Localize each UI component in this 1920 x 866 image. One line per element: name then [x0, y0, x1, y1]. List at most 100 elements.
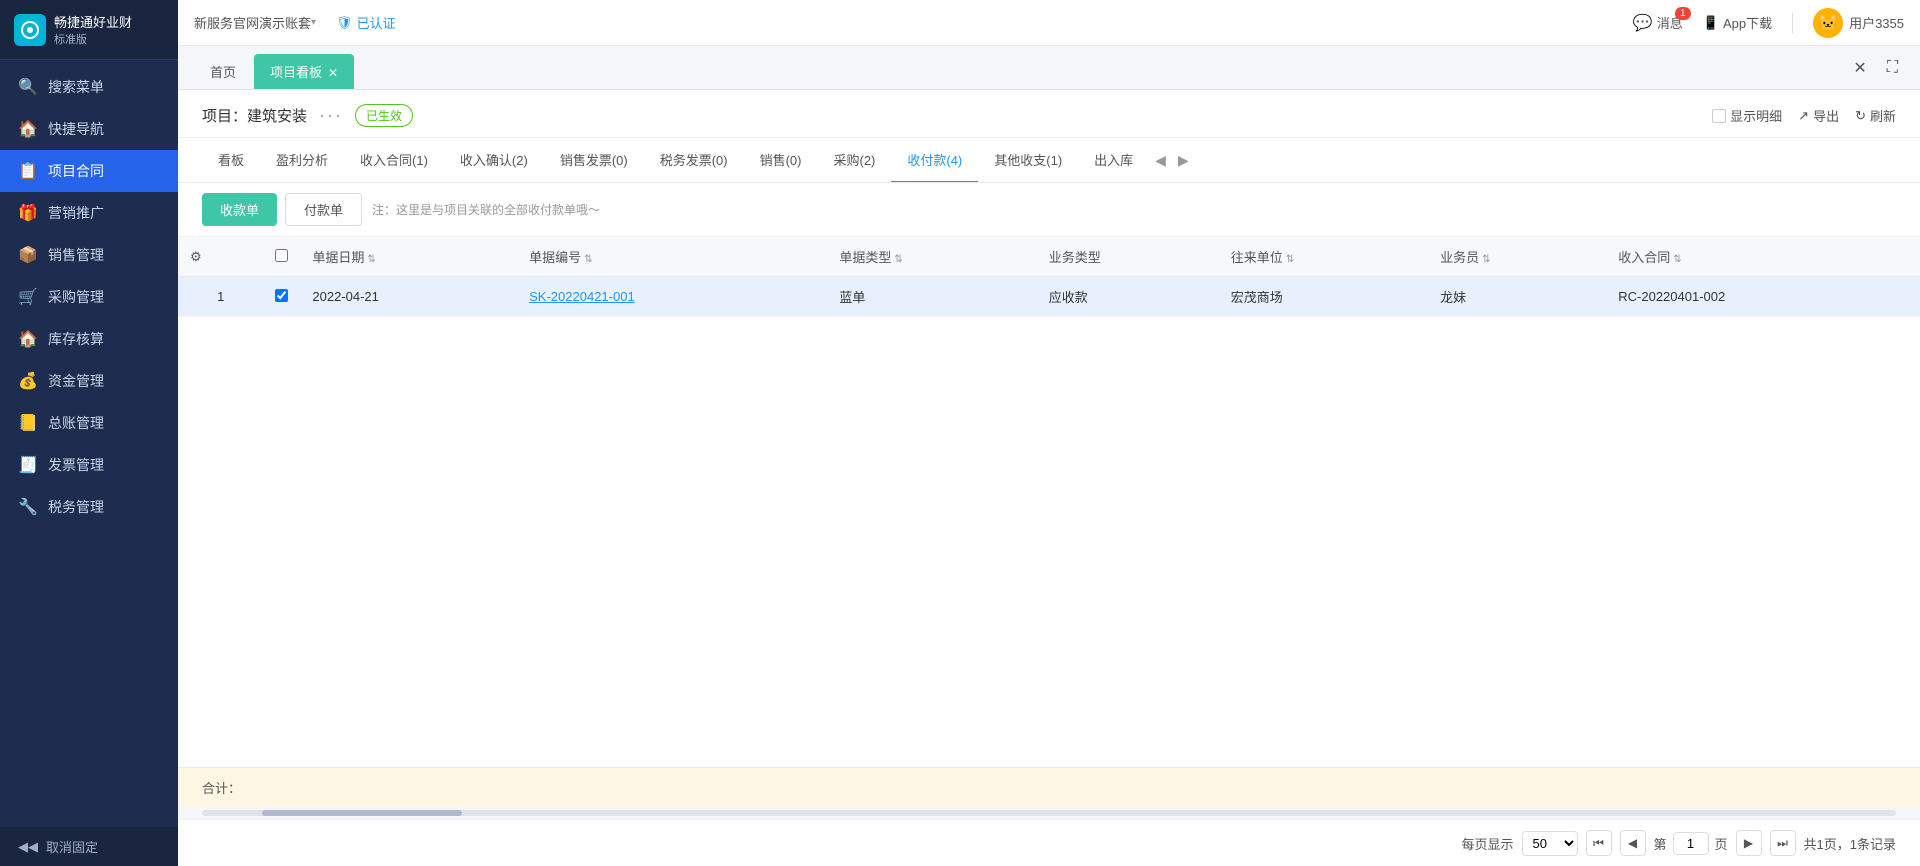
- sub-tab-income-contract[interactable]: 收入合同(1): [344, 138, 444, 183]
- sub-tab-purchase[interactable]: 采购(2): [817, 138, 891, 183]
- topbar: 新服务官网演示账套 ▾ 🛡 已认证 💬 消息 1 📱 App下载 🐱 用户335…: [178, 0, 1920, 46]
- page-number-input[interactable]: [1673, 832, 1709, 855]
- table-area: ⚙单据日期⇅单据编号⇅单据类型⇅业务类型往来单位⇅业务员⇅收入合同⇅ 1 202…: [178, 237, 1920, 767]
- mobile-icon: 📱: [1703, 15, 1719, 31]
- sub-tab-board[interactable]: 看板: [202, 138, 260, 183]
- sidebar-item-quicknav[interactable]: 🏠 快捷导航: [0, 108, 178, 150]
- row-number-link[interactable]: SK-20220421-001: [529, 289, 635, 304]
- refresh-button[interactable]: ↻ 刷新: [1855, 106, 1896, 125]
- sidebar-item-contract[interactable]: 📋 项目合同: [0, 150, 178, 192]
- user-menu[interactable]: 🐱 用户3355: [1813, 8, 1904, 38]
- sidebar-item-label: 营销推广: [48, 203, 104, 223]
- sub-tab-receipt[interactable]: 收付款(4): [891, 138, 978, 183]
- table-row[interactable]: 1 2022-04-21 SK-20220421-001 蓝单 应收款 宏茂商场…: [178, 277, 1920, 317]
- project-more-button[interactable]: ···: [319, 105, 343, 126]
- col-header-number[interactable]: 单据编号⇅: [517, 237, 827, 277]
- sidebar-header: 畅捷通好业财 标准版: [0, 0, 178, 60]
- per-page-label: 每页显示: [1461, 834, 1513, 853]
- col-header-salesman[interactable]: 业务员⇅: [1428, 237, 1606, 277]
- scrollbar-thumb[interactable]: [262, 810, 462, 816]
- refresh-icon: ↻: [1855, 108, 1866, 124]
- message-icon: 💬: [1633, 13, 1653, 33]
- sidebar-item-search[interactable]: 🔍 搜索菜单: [0, 66, 178, 108]
- last-page-button[interactable]: ⏭: [1770, 830, 1796, 856]
- tab-home[interactable]: 首页: [194, 54, 252, 89]
- refresh-label: 刷新: [1870, 106, 1896, 125]
- sidebar-app-subtitle: 标准版: [54, 31, 132, 47]
- sort-icon[interactable]: ⇅: [367, 254, 375, 265]
- sidebar-item-marketing[interactable]: 🎁 营销推广: [0, 192, 178, 234]
- account-selector[interactable]: 新服务官网演示账套 ▾: [194, 13, 316, 32]
- row-unit: 宏茂商场: [1219, 277, 1428, 317]
- shield-icon: 🛡: [336, 15, 353, 31]
- show-detail-label: 显示明细: [1730, 106, 1782, 125]
- export-button[interactable]: ↗ 导出: [1798, 106, 1839, 125]
- show-detail-checkbox[interactable]: [1712, 109, 1726, 123]
- sidebar-item-finance[interactable]: 💰 资金管理: [0, 360, 178, 402]
- settings-icon[interactable]: ⚙: [190, 249, 202, 264]
- receipt-note: 注：这里是与项目关联的全部收付款单哦～: [372, 201, 600, 218]
- sub-tab-income-confirm[interactable]: 收入确认(2): [444, 138, 544, 183]
- per-page-select[interactable]: 50 100 200: [1522, 831, 1578, 856]
- sidebar-item-inventory[interactable]: 🏠 库存核算: [0, 318, 178, 360]
- message-badge: 1: [1675, 7, 1691, 20]
- export-label: 导出: [1813, 106, 1839, 125]
- sidebar-item-ledger[interactable]: 📒 总账管理: [0, 402, 178, 444]
- receipt-tab-payment-bill[interactable]: 付款单: [285, 193, 362, 226]
- select-all-checkbox[interactable]: [275, 249, 288, 262]
- sub-tab-next-arrow[interactable]: ▶: [1172, 144, 1195, 177]
- horizontal-scrollbar[interactable]: [178, 807, 1920, 819]
- sort-icon[interactable]: ⇅: [1673, 254, 1681, 265]
- col-header-type[interactable]: 单据类型⇅: [827, 237, 1036, 277]
- sub-tab-profit[interactable]: 盈利分析: [260, 138, 344, 183]
- row-date: 2022-04-21: [300, 277, 517, 317]
- pagination: 每页显示 50 100 200 ⏮ ◀ 第 页 ▶ ⏭ 共1页，1条记录: [178, 819, 1920, 866]
- contract-icon: 📋: [18, 161, 38, 181]
- sort-icon[interactable]: ⇅: [584, 254, 592, 265]
- certified-label: 已认证: [357, 13, 396, 32]
- sub-tab-sales-invoice[interactable]: 销售发票(0): [544, 138, 644, 183]
- table-total-row: 合计：: [178, 767, 1920, 807]
- show-detail-toggle[interactable]: 显示明细: [1712, 106, 1782, 125]
- prev-page-button[interactable]: ◀: [1620, 830, 1646, 856]
- row-income-contract: RC-20220401-002: [1606, 277, 1920, 317]
- sidebar-item-tax[interactable]: 🔧 税务管理: [0, 486, 178, 528]
- app-download-button[interactable]: 📱 App下载: [1703, 13, 1772, 32]
- message-button[interactable]: 💬 消息 1: [1633, 13, 1683, 33]
- sub-tab-sales[interactable]: 销售(0): [744, 138, 818, 183]
- scrollbar-track: [202, 810, 1896, 816]
- sidebar-item-sales[interactable]: 📦 销售管理: [0, 234, 178, 276]
- first-page-button[interactable]: ⏮: [1586, 830, 1612, 856]
- sub-tab-prev-arrow[interactable]: ◀: [1149, 144, 1172, 177]
- sidebar-title-block: 畅捷通好业财 标准版: [54, 12, 132, 47]
- sidebar-item-purchase[interactable]: 🛒 采购管理: [0, 276, 178, 318]
- sidebar-item-label: 搜索菜单: [48, 77, 104, 97]
- divider: [1792, 13, 1793, 33]
- receipt-tab-receipt-bill[interactable]: 收款单: [202, 193, 277, 226]
- tab-project-board[interactable]: 项目看板✕: [254, 54, 354, 89]
- sort-icon[interactable]: ⇅: [1482, 254, 1490, 265]
- main-area: 新服务官网演示账套 ▾ 🛡 已认证 💬 消息 1 📱 App下载 🐱 用户335…: [178, 0, 1920, 866]
- sidebar-app-title: 畅捷通好业财: [54, 12, 132, 31]
- close-window-button[interactable]: ✕: [1847, 56, 1872, 80]
- sort-icon[interactable]: ⇅: [1286, 254, 1294, 265]
- sub-tab-tax-invoice[interactable]: 税务发票(0): [644, 138, 744, 183]
- sub-tab-warehouse[interactable]: 出入库: [1078, 138, 1149, 183]
- col-header-unit[interactable]: 往来单位⇅: [1219, 237, 1428, 277]
- sidebar-item-invoice[interactable]: 🧾 发票管理: [0, 444, 178, 486]
- next-page-button[interactable]: ▶: [1736, 830, 1762, 856]
- expand-window-button[interactable]: ⛶: [1881, 56, 1904, 80]
- sidebar-unpin-button[interactable]: ◀◀ 取消固定: [0, 827, 178, 866]
- row-biz-type: 应收款: [1037, 277, 1219, 317]
- topbar-left: 新服务官网演示账套 ▾ 🛡 已认证: [194, 13, 1633, 32]
- col-header-income_contract[interactable]: 收入合同⇅: [1606, 237, 1920, 277]
- row-checkbox[interactable]: [275, 289, 288, 302]
- sub-tab-other-expense[interactable]: 其他收支(1): [978, 138, 1078, 183]
- sort-icon[interactable]: ⇅: [894, 254, 902, 265]
- row-checkbox-cell: [263, 277, 300, 317]
- project-name: 建筑安装: [247, 108, 307, 125]
- col-header-date[interactable]: 单据日期⇅: [300, 237, 517, 277]
- row-salesman: 龙妹: [1428, 277, 1606, 317]
- project-header-right: 显示明细 ↗ 导出 ↻ 刷新: [1712, 106, 1896, 125]
- tab-close-icon[interactable]: ✕: [328, 66, 338, 80]
